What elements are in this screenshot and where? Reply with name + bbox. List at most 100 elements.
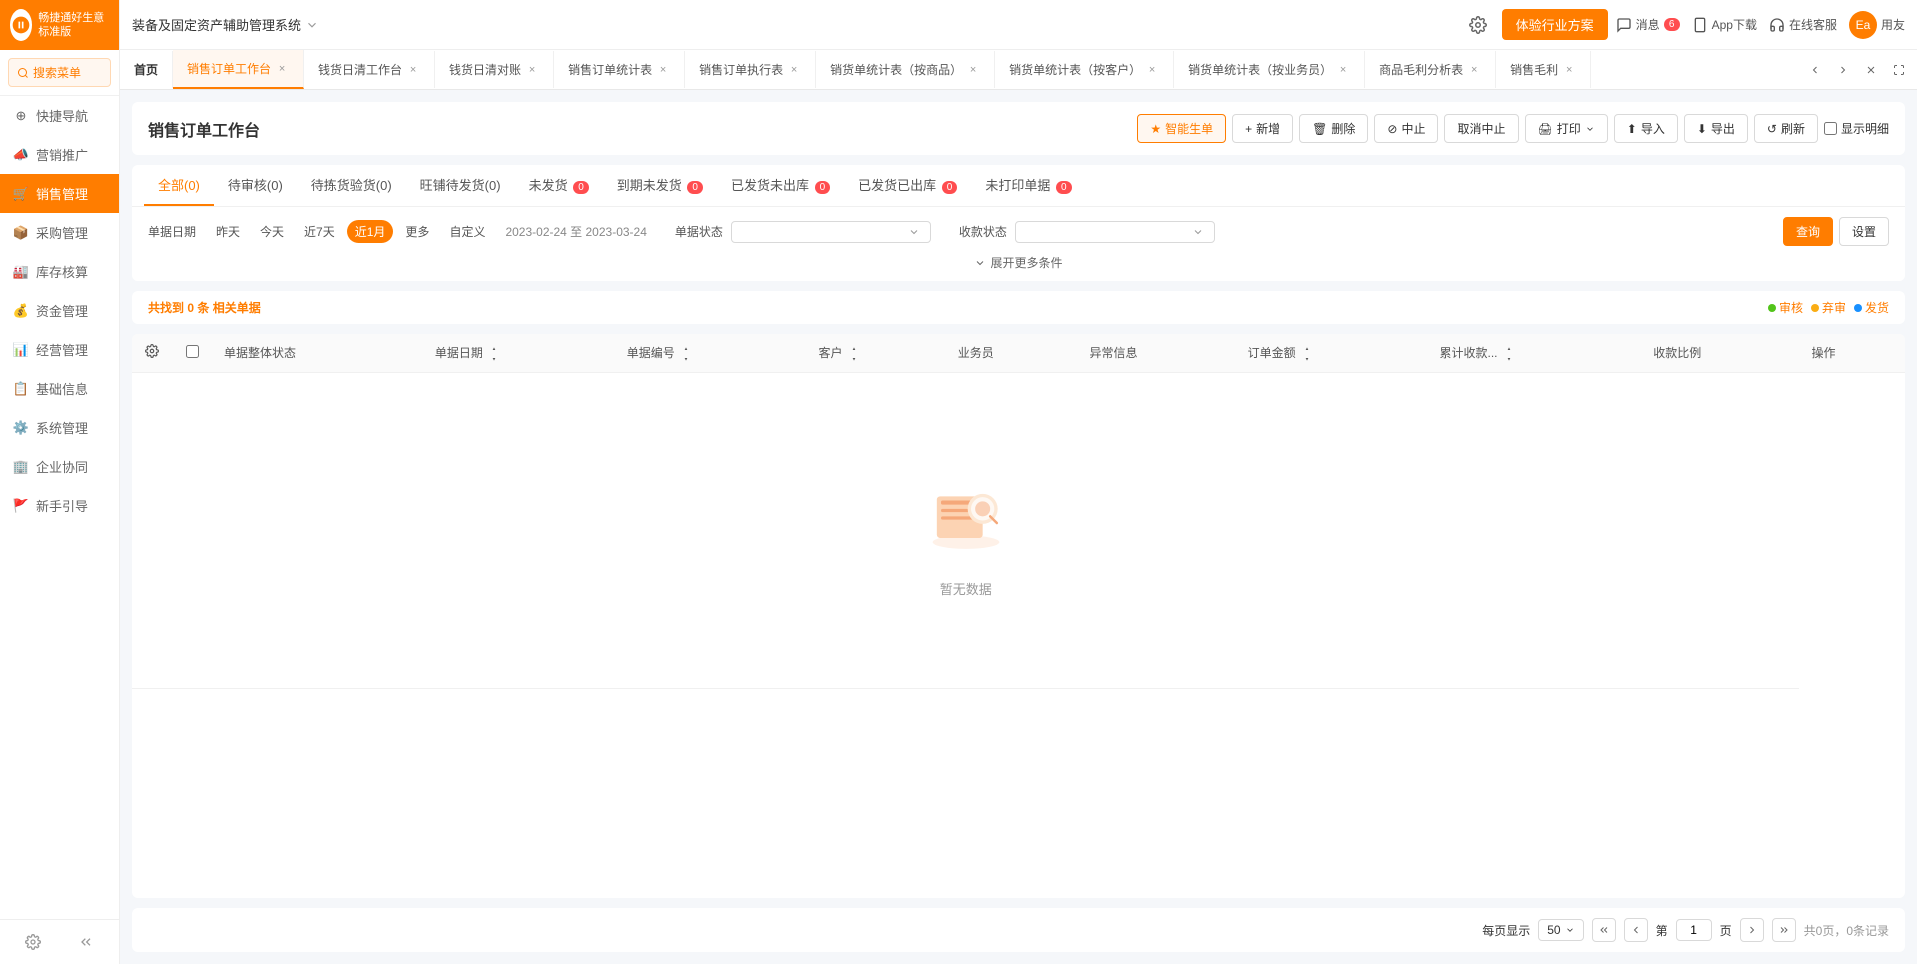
tab-sales-stats-staff[interactable]: 销货单统计表（按业务员） × xyxy=(1174,51,1365,88)
search-menu-button[interactable]: 搜索菜单 xyxy=(8,58,111,87)
stop-button[interactable]: ⊘ 中止 xyxy=(1374,114,1438,143)
message-btn[interactable]: 消息 6 xyxy=(1616,16,1680,33)
delete-button[interactable]: 🗑 删除 xyxy=(1299,114,1368,143)
tab-close-sales-order-stats[interactable]: × xyxy=(656,63,670,77)
sidebar-nav-basic[interactable]: 📋 基础信息 xyxy=(0,369,119,408)
sidebar-nav-system[interactable]: ⚙️ 系统管理 xyxy=(0,408,119,447)
page-number-input[interactable] xyxy=(1676,919,1712,941)
date-btn-7days[interactable]: 近7天 xyxy=(296,220,343,243)
cancel-review-action-btn[interactable]: 弃审 xyxy=(1811,299,1846,316)
sidebar-nav-operation[interactable]: 📊 经营管理 xyxy=(0,330,119,369)
column-staff: 业务员 xyxy=(946,334,1078,372)
last-page-btn[interactable] xyxy=(1772,918,1796,942)
tab-daily-clearing[interactable]: 钱货日清工作台 × xyxy=(304,51,435,88)
sidebar-nav-quick[interactable]: ⊕ 快捷导航 xyxy=(0,96,119,135)
tab-product-margin[interactable]: 商品毛利分析表 × xyxy=(1365,51,1496,88)
filter-settings-button[interactable]: 设置 xyxy=(1839,217,1889,246)
online-service-btn[interactable]: 在线客服 xyxy=(1769,16,1837,33)
sub-tab-pending-review[interactable]: 待审核(0) xyxy=(214,165,297,206)
empty-state-cell: 暂无数据 xyxy=(132,372,1799,688)
date-btn-yesterday[interactable]: 昨天 xyxy=(208,220,248,243)
import-button[interactable]: ⬆ 导入 xyxy=(1614,114,1678,143)
settings-icon[interactable] xyxy=(1462,9,1494,41)
select-all-checkbox[interactable] xyxy=(186,345,199,358)
tab-close-sales-gross[interactable]: × xyxy=(1562,63,1576,77)
tab-sales-order-stats[interactable]: 销售订单统计表 × xyxy=(554,51,685,88)
system-title[interactable]: 装备及固定资产辅助管理系统 xyxy=(132,15,1454,34)
tab-close-sales-order-exec[interactable]: × xyxy=(787,63,801,77)
show-detail-checkbox[interactable]: 显示明细 xyxy=(1824,120,1889,137)
print-button[interactable]: 🖨 打印 xyxy=(1525,114,1608,143)
sidebar-nav-purchase[interactable]: 📦 采购管理 xyxy=(0,213,119,252)
industry-solution-button[interactable]: 体验行业方案 xyxy=(1502,9,1608,40)
prev-page-btn[interactable] xyxy=(1624,918,1648,942)
tab-close-product-margin[interactable]: × xyxy=(1467,63,1481,77)
tab-close-sales-order-workbench[interactable]: × xyxy=(275,62,289,76)
tab-sales-gross[interactable]: 销售毛利 × xyxy=(1496,51,1591,88)
table-body: 暂无数据 xyxy=(132,372,1905,688)
sidebar-nav-finance[interactable]: 💰 资金管理 xyxy=(0,291,119,330)
tab-sales-stats-customer[interactable]: 销货单统计表（按客户） × xyxy=(995,51,1174,88)
sub-tab-wangpu-pending-ship[interactable]: 旺铺待发货(0) xyxy=(406,165,515,206)
user-menu-btn[interactable]: Ea 用友 xyxy=(1849,11,1905,39)
sidebar-nav-guide[interactable]: 🚩 新手引导 xyxy=(0,486,119,525)
sub-tab-overdue-not-shipped[interactable]: 到期未发货 0 xyxy=(603,165,717,206)
tab-cash-goods-reconcile[interactable]: 钱货日清对账 × xyxy=(435,51,554,88)
date-btn-custom[interactable]: 自定义 xyxy=(441,220,493,243)
tab-home[interactable]: 首页 xyxy=(120,51,173,88)
column-customer[interactable]: 客户 xyxy=(807,334,946,372)
tab-sales-order-exec[interactable]: 销售订单执行表 × xyxy=(685,51,816,88)
app-download-btn[interactable]: App下载 xyxy=(1692,16,1757,33)
date-btn-more[interactable]: 更多 xyxy=(397,220,437,243)
tab-close-sales-stats-product[interactable]: × xyxy=(966,63,980,77)
date-btn-1month[interactable]: 近1月 xyxy=(347,220,394,243)
column-number[interactable]: 单据编号 xyxy=(615,334,807,372)
query-button[interactable]: 查询 xyxy=(1783,217,1833,246)
sub-tab-all[interactable]: 全部(0) xyxy=(144,165,214,206)
tab-close-sales-stats-staff[interactable]: × xyxy=(1336,63,1350,77)
date-range-text: 2023-02-24 至 2023-03-24 xyxy=(505,223,646,240)
add-button[interactable]: + 新增 xyxy=(1232,114,1293,143)
sub-tab-pending-inspection[interactable]: 待拣货验货(0) xyxy=(297,165,406,206)
sidebar-nav-marketing[interactable]: 📣 营销推广 xyxy=(0,135,119,174)
tab-maximize-btn[interactable] xyxy=(1885,56,1913,84)
sidebar-nav-enterprise[interactable]: 🏢 企业协同 xyxy=(0,447,119,486)
sub-tab-not-shipped[interactable]: 未发货 0 xyxy=(515,165,603,206)
date-btn-today[interactable]: 今天 xyxy=(252,220,292,243)
column-ratio: 收款比例 xyxy=(1641,334,1799,372)
tab-sales-order-workbench[interactable]: 销售订单工作台 × xyxy=(173,50,304,89)
refresh-button[interactable]: ↺ 刷新 xyxy=(1754,114,1818,143)
sub-tab-not-printed[interactable]: 未打印单据 0 xyxy=(971,165,1085,206)
export-button[interactable]: ⬇ 导出 xyxy=(1684,114,1748,143)
page-size-select[interactable]: 50 xyxy=(1538,919,1583,941)
status-select[interactable] xyxy=(731,221,931,243)
sidebar-collapse-btn[interactable] xyxy=(62,928,112,956)
column-settings[interactable] xyxy=(132,334,172,372)
tab-sales-stats-product[interactable]: 销货单统计表（按商品） × xyxy=(816,51,995,88)
sidebar-nav-inventory[interactable]: 🏭 库存核算 xyxy=(0,252,119,291)
sidebar-nav-sales[interactable]: 🛒 销售管理 xyxy=(0,174,119,213)
column-collected[interactable]: 累计收款... xyxy=(1427,334,1641,372)
tab-close-cash-goods-reconcile[interactable]: × xyxy=(525,63,539,77)
next-page-btn[interactable] xyxy=(1740,918,1764,942)
sub-tab-shipped-not-in[interactable]: 已发货未出库 0 xyxy=(717,165,844,206)
ship-action-btn[interactable]: 发货 xyxy=(1854,299,1889,316)
tab-close-all-btn[interactable] xyxy=(1857,56,1885,84)
tab-close-sales-stats-customer[interactable]: × xyxy=(1145,63,1159,77)
cancel-stop-button[interactable]: 取消中止 xyxy=(1444,114,1518,143)
payment-select[interactable] xyxy=(1015,221,1215,243)
column-date[interactable]: 单据日期 xyxy=(423,334,615,372)
sidebar-search-section: 搜索菜单 xyxy=(0,50,119,96)
tab-close-daily-clearing[interactable]: × xyxy=(406,63,420,77)
column-amount[interactable]: 订单金额 xyxy=(1236,334,1428,372)
expand-more-conditions[interactable]: 展开更多条件 xyxy=(974,254,1062,271)
first-page-btn[interactable] xyxy=(1592,918,1616,942)
sidebar-settings-btn[interactable] xyxy=(8,928,58,956)
smart-create-button[interactable]: ★ 智能生单 xyxy=(1137,114,1226,143)
tab-nav-left[interactable] xyxy=(1801,56,1829,84)
review-action-btn[interactable]: 审核 xyxy=(1768,299,1803,316)
tab-nav-right[interactable] xyxy=(1829,56,1857,84)
column-checkbox[interactable] xyxy=(172,334,212,372)
sort-date-icon xyxy=(490,346,498,362)
sub-tab-shipped-out[interactable]: 已发货已出库 0 xyxy=(844,165,971,206)
